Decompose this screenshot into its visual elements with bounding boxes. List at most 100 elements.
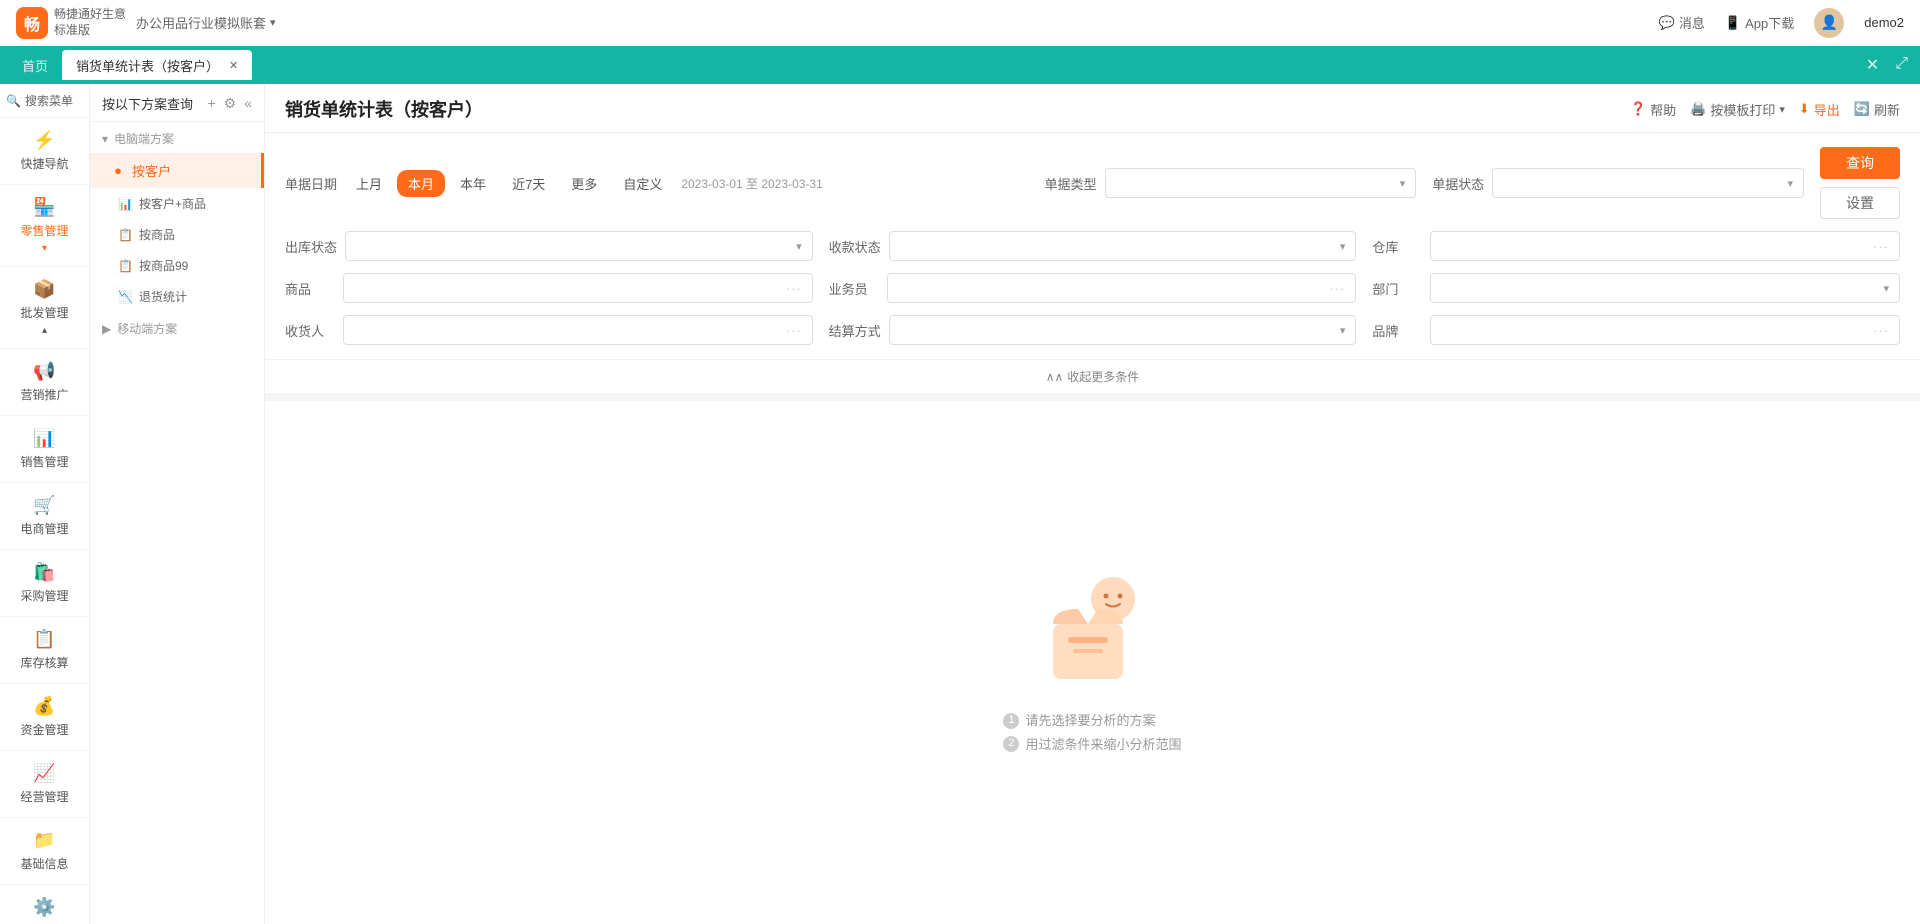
settlement-select[interactable]: ▾	[889, 315, 1357, 345]
doc-status-filter-item: 单据状态 ▾	[1432, 168, 1804, 198]
scheme-item-by-customer[interactable]: ● 按客户	[90, 153, 264, 188]
nav-icon: ⚡	[33, 130, 55, 151]
settings-button[interactable]: 设置	[1820, 187, 1900, 219]
date-last-month-button[interactable]: 上月	[345, 170, 393, 197]
warehouse-input[interactable]: ···	[1430, 231, 1900, 261]
salesperson-input[interactable]: ···	[887, 273, 1357, 303]
main-layout: 🔍 搜索菜单 ⚡ 快捷导航 🏪 零售管理 ▾ 📦 批发管理 ▴ 📢 营销推广 📊…	[0, 84, 1920, 924]
desktop-group-arrow-icon: ▾	[102, 132, 108, 146]
hint-num-1: 1	[1003, 713, 1019, 729]
logo-text: 畅捷通好生意 标准版	[54, 7, 126, 38]
help-button[interactable]: ❓ 帮助	[1630, 100, 1676, 119]
query-button[interactable]: 查询	[1820, 147, 1900, 179]
scheme-item-by-customer-product[interactable]: 📊 按客户+商品	[90, 188, 264, 219]
sidebar-item-sales[interactable]: 📊 销售管理	[0, 416, 89, 483]
date-custom-button[interactable]: 自定义	[612, 170, 673, 197]
scheme-item-return-stat[interactable]: 📉 退货统计	[90, 281, 264, 312]
product-filter-item: 商品 ···	[285, 273, 813, 303]
department-label: 部门	[1372, 279, 1422, 298]
date-filter: 上月 本月 本年 近7天 更多 自定义 2023-03-01 至 2023-03…	[345, 170, 823, 197]
message-icon: 💬	[1659, 15, 1675, 31]
help-icon: ❓	[1630, 101, 1646, 117]
sidebar-item-basic[interactable]: 📁 基础信息	[0, 818, 89, 885]
message-button[interactable]: 💬 消息	[1659, 13, 1705, 32]
warehouse-dots-icon: ···	[1873, 239, 1889, 254]
sidebar-item-purchase[interactable]: 🛍️ 采购管理	[0, 550, 89, 617]
tabs-bar: 首页 销货单统计表（按客户） ✕ ✕ ⤢	[0, 46, 1920, 84]
tab-home[interactable]: 首页	[8, 50, 62, 80]
settlement-arrow-icon: ▾	[1340, 324, 1346, 337]
tab-minimize-button[interactable]: ✕	[1862, 53, 1883, 77]
sidebar-search[interactable]: 🔍 搜索菜单	[0, 84, 89, 118]
salesperson-dots-icon: ···	[1329, 281, 1345, 296]
breadcrumb-selector[interactable]: 办公用品行业模拟账套 ▾	[136, 13, 276, 32]
tab-close-icon[interactable]: ✕	[229, 59, 238, 72]
mobile-group-title[interactable]: ▶ 移动端方案	[90, 312, 264, 343]
payment-status-select[interactable]: ▾	[889, 231, 1357, 261]
avatar: 👤	[1814, 8, 1844, 38]
sidebar-item-ecom[interactable]: 🛒 电商管理	[0, 483, 89, 550]
department-select[interactable]: ▾	[1430, 273, 1900, 303]
doc-type-select[interactable]: ▾	[1105, 168, 1417, 198]
filter-row-3: 商品 ··· 业务员 ··· 部门	[285, 273, 1900, 303]
collapse-row[interactable]: ∧∧ 收起更多条件	[265, 359, 1920, 393]
page-actions: ❓ 帮助 🖨️ 按模板打印 ▾ ⬇ 导出 🔄 刷新	[1630, 100, 1900, 119]
hint-item-1: 1 请先选择要分析的方案	[1003, 709, 1181, 732]
scheme-item-by-product-99[interactable]: 📋 按商品99	[90, 250, 264, 281]
page-header: 销货单统计表（按客户） ❓ 帮助 🖨️ 按模板打印 ▾ ⬇ 导出	[265, 84, 1920, 133]
page-title-row: 销货单统计表（按客户） ❓ 帮助 🖨️ 按模板打印 ▾ ⬇ 导出	[285, 96, 1900, 122]
department-filter-item: 部门 ▾	[1372, 273, 1900, 303]
product-icon: 📋	[118, 228, 133, 242]
product99-icon: 📋	[118, 259, 133, 273]
out-status-label: 出库状态	[285, 237, 337, 256]
sidebar-item-retail[interactable]: 🏪 零售管理 ▾	[0, 185, 89, 267]
empty-illustration	[1033, 569, 1153, 689]
settlement-filter-item: 结算方式 ▾	[829, 315, 1357, 345]
sidebar-wholesale-label: 批发管理	[20, 304, 68, 321]
template-print-label: 按模板打印	[1710, 100, 1775, 119]
sidebar-item-nav[interactable]: ⚡ 快捷导航	[0, 118, 89, 185]
sidebar: 🔍 搜索菜单 ⚡ 快捷导航 🏪 零售管理 ▾ 📦 批发管理 ▴ 📢 营销推广 📊…	[0, 84, 90, 924]
salesperson-label: 业务员	[829, 279, 879, 298]
desktop-group-title[interactable]: ▾ 电脑端方案	[90, 122, 264, 153]
collapse-panel-button[interactable]: «	[244, 95, 252, 112]
brand-filter-item: 品牌 ···	[1372, 315, 1900, 345]
export-button[interactable]: ⬇ 导出	[1799, 100, 1840, 119]
date-this-year-button[interactable]: 本年	[449, 170, 497, 197]
doc-status-select[interactable]: ▾	[1492, 168, 1804, 198]
by-product-99-label: 按商品99	[139, 257, 188, 274]
out-status-arrow-icon: ▾	[796, 240, 802, 253]
user-name[interactable]: demo2	[1864, 15, 1904, 30]
app-download-button[interactable]: 📱 App下载	[1725, 13, 1794, 32]
scheme-settings-button[interactable]: ⚙	[224, 95, 237, 112]
mobile-scheme-group: ▶ 移动端方案	[90, 312, 264, 343]
sidebar-item-wholesale[interactable]: 📦 批发管理 ▴	[0, 267, 89, 349]
sidebar-item-finance[interactable]: 💰 资金管理	[0, 684, 89, 751]
doc-status-label: 单据状态	[1432, 174, 1484, 193]
filter-row-2: 出库状态 ▾ 收款状态 ▾ 仓库	[285, 231, 1900, 261]
brand-input[interactable]: ···	[1430, 315, 1900, 345]
sidebar-item-marketing[interactable]: 📢 营销推广	[0, 349, 89, 416]
refresh-icon: 🔄	[1854, 101, 1870, 117]
receiver-input[interactable]: ···	[343, 315, 813, 345]
logo-area: 畅 畅捷通好生意 标准版	[16, 7, 126, 39]
sidebar-item-inventory[interactable]: 📋 库存核算	[0, 617, 89, 684]
sidebar-item-system[interactable]: ⚙️ 系统管理	[0, 885, 89, 924]
tab-sales-stat[interactable]: 销货单统计表（按客户） ✕	[62, 50, 252, 80]
scheme-item-by-product[interactable]: 📋 按商品	[90, 219, 264, 250]
tab-expand-button[interactable]: ⤢	[1891, 53, 1912, 77]
sidebar-item-operation[interactable]: 📈 经营管理	[0, 751, 89, 818]
export-label: 导出	[1814, 100, 1840, 119]
date-more-button[interactable]: 更多	[560, 170, 608, 197]
add-scheme-button[interactable]: +	[207, 95, 215, 112]
product-input[interactable]: ···	[343, 273, 813, 303]
collapse-label: 收起更多条件	[1067, 368, 1139, 385]
template-print-button[interactable]: 🖨️ 按模板打印 ▾	[1690, 100, 1785, 119]
out-status-select[interactable]: ▾	[345, 231, 813, 261]
date-last-7-button[interactable]: 近7天	[501, 170, 556, 197]
date-this-month-button[interactable]: 本月	[397, 170, 445, 197]
hint-item-2: 2 用过滤条件来缩小分析范围	[1003, 733, 1181, 756]
search-icon: 🔍	[6, 94, 21, 108]
tabs-controls: ✕ ⤢	[1862, 53, 1912, 77]
refresh-button[interactable]: 🔄 刷新	[1854, 100, 1900, 119]
